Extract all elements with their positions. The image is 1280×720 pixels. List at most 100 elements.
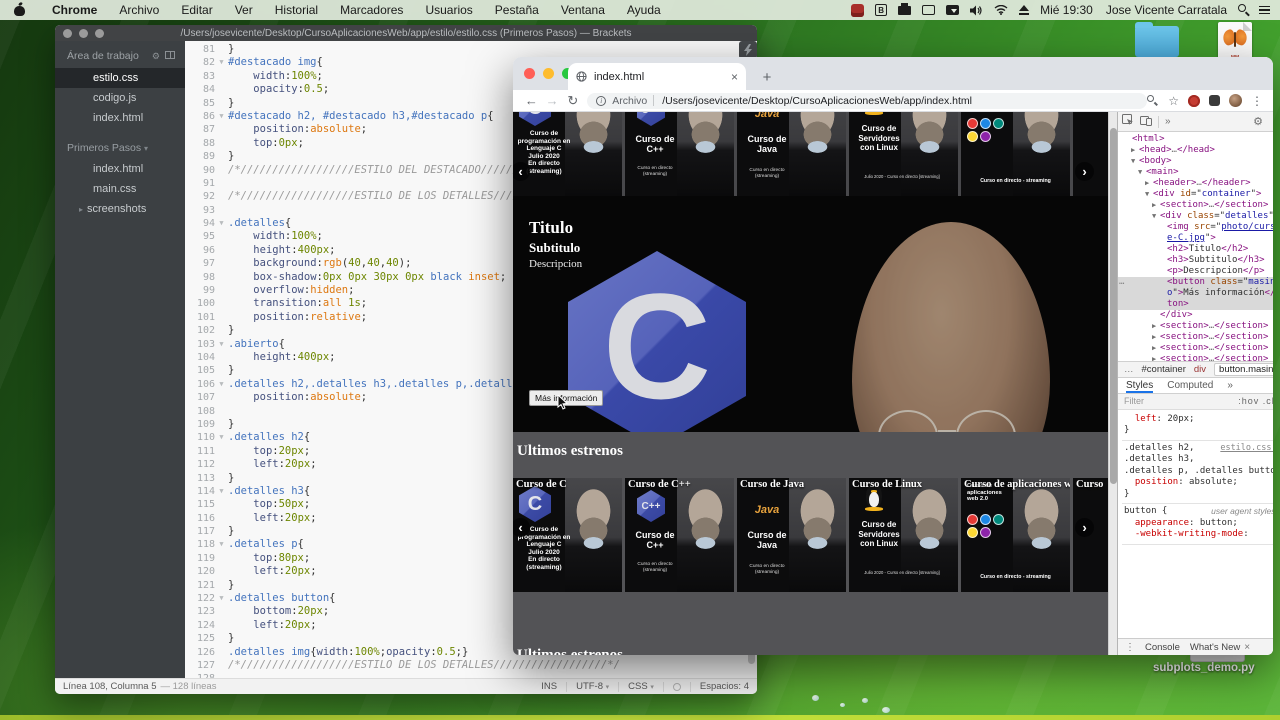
course-card-java[interactable]: Curso de JavaJavaCurso deJavaCurso en di… <box>737 478 846 592</box>
dom-tree-node[interactable]: ▼ <main> <box>1118 167 1273 178</box>
styles-filter[interactable]: Filter :hov .cls + <box>1118 393 1273 410</box>
input-b-icon[interactable]: B <box>875 4 888 16</box>
course-card-web[interactable]: Curso de aplicaciones webCurso deaplicac… <box>961 112 1070 196</box>
devtools-breadcrumb[interactable]: … #container div button.masinfo <box>1118 360 1273 377</box>
dom-tree-node[interactable]: ▶ <section>…</section> <box>1118 200 1273 211</box>
menu-item-editar[interactable]: Editar <box>170 0 223 20</box>
style-rule[interactable]: user agent stylesheetbutton { appearance… <box>1122 504 1273 545</box>
project-selector[interactable]: Primeros Pasos ▾ <box>55 128 185 159</box>
window-controls[interactable] <box>524 68 573 79</box>
language-selector[interactable]: CSS ▾ <box>628 681 654 692</box>
zoom-icon[interactable] <box>1147 94 1159 107</box>
close-icon[interactable]: × <box>1244 642 1250 653</box>
menu-item-archivo[interactable]: Archivo <box>108 0 170 20</box>
dom-tree-node[interactable]: <h3>Subtitulo</h3> <box>1118 255 1273 266</box>
tab-close-icon[interactable]: × <box>731 70 738 84</box>
page-scrollbar[interactable] <box>1108 112 1117 655</box>
extension-icon-dark[interactable] <box>1209 95 1221 106</box>
course-card-linux[interactable]: Curso de LinuxCurso deServidorescon Linu… <box>849 112 958 196</box>
wifi-icon[interactable] <box>994 3 1008 17</box>
chrome-menu-icon[interactable]: ⋮ <box>1251 94 1263 108</box>
breadcrumb-selected[interactable]: button.masinfo <box>1214 362 1273 376</box>
breadcrumb-item[interactable]: #container <box>1142 364 1186 375</box>
menu-item-ver[interactable]: Ver <box>224 0 264 20</box>
eject-icon[interactable] <box>1019 3 1030 17</box>
course-card-java[interactable]: Curso de JavaJavaCurso deJavaCurso en di… <box>737 112 846 196</box>
dom-tree-node[interactable]: ▼ <body> <box>1118 156 1273 167</box>
dom-tree-node[interactable]: ▼<div class="detalles"> <box>1118 211 1273 222</box>
desktop-folder-icon[interactable] <box>1135 22 1179 57</box>
style-rule[interactable]: left: 20px;} <box>1122 412 1273 441</box>
sidebar-file-index.html[interactable]: index.html <box>55 108 185 128</box>
bookmark-star-icon[interactable]: ☆ <box>1168 94 1179 108</box>
dom-tree-node[interactable]: </div> <box>1118 310 1273 321</box>
carousel-next-button[interactable]: › <box>1075 162 1094 181</box>
address-bar[interactable]: i Archivo /Users/josevicente/Desktop/Cur… <box>587 92 1148 109</box>
more-tabs-icon[interactable]: » <box>1165 116 1171 127</box>
course-card-cpp[interactable]: Curso de C++C++Curso deC++Curso en direc… <box>625 478 734 592</box>
menu-clock[interactable]: Mié 19:30 <box>1038 3 1095 17</box>
sidebar-folder-screenshots[interactable]: ▸ screenshots <box>55 199 185 220</box>
course-card-c[interactable]: Curso de CCCurso deprogramación enLengua… <box>513 112 622 196</box>
encoding-selector[interactable]: UTF-8 ▾ <box>576 681 609 692</box>
keyboard-icon[interactable] <box>946 5 960 15</box>
new-tab-button[interactable]: + <box>757 69 777 86</box>
recording-app-icon[interactable] <box>851 3 865 17</box>
dom-tree-node[interactable]: <h2>Titulo</h2> <box>1118 244 1273 255</box>
code-line-127[interactable]: 127/*//////////////////ESTILO DE LOS DET… <box>185 659 757 672</box>
forward-button[interactable]: → <box>542 93 563 108</box>
course-card-linux[interactable]: Curso de LinuxCurso deServidorescon Linu… <box>849 478 958 592</box>
drawer-menu-icon[interactable]: ⋮ <box>1125 642 1135 653</box>
apple-menu-icon[interactable] <box>14 1 25 16</box>
back-button[interactable]: ← <box>521 93 542 108</box>
dom-tree-node[interactable]: ▶ <head>…</head> <box>1118 145 1273 156</box>
menu-user-name[interactable]: Jose Vicente Carratala <box>1104 3 1229 17</box>
devtools-tab-styles[interactable]: Styles <box>1126 378 1153 393</box>
insert-mode[interactable]: INS <box>541 681 557 692</box>
menu-item-usuarios[interactable]: Usuarios <box>414 0 483 20</box>
code-line-81[interactable]: 81} <box>185 43 757 56</box>
dom-tree[interactable]: <html> ▶ <head>…</head> ▼ <body> ▼ <main> ▶ <hea… <box>1118 132 1273 361</box>
menu-item-pestaña[interactable]: Pestaña <box>484 0 550 20</box>
device-toolbar-icon[interactable] <box>1140 113 1152 131</box>
dom-tree-node[interactable]: ▶ <section>…</section> <box>1118 354 1273 361</box>
menu-item-ayuda[interactable]: Ayuda <box>616 0 672 20</box>
spotlight-search-icon[interactable] <box>1238 4 1250 16</box>
menu-item-chrome[interactable]: Chrome <box>41 0 108 20</box>
code-line-128[interactable]: 128 <box>185 672 757 678</box>
split-view-icon[interactable] <box>165 50 175 59</box>
dom-tree-node[interactable]: ▶ <section>…</section> <box>1118 332 1273 343</box>
whats-new-tab[interactable]: What's New × <box>1190 642 1250 653</box>
indent-setting[interactable]: Espacios: 4 <box>700 681 749 692</box>
breadcrumb-overflow[interactable]: … <box>1124 364 1134 375</box>
notification-center-icon[interactable] <box>1259 3 1270 17</box>
dom-tree-node[interactable]: …<button class="masinfo">Más información… <box>1118 277 1273 310</box>
desktop-file-label[interactable]: subplots_demo.py <box>1153 662 1255 674</box>
browser-tab[interactable]: index.html × <box>568 63 746 90</box>
menu-item-historial[interactable]: Historial <box>264 0 329 20</box>
dom-tree-node[interactable]: ▶ <header>…</header> <box>1118 178 1273 189</box>
project-file-main.css[interactable]: main.css <box>55 179 185 199</box>
sidebar-file-estilo.css[interactable]: estilo.css <box>55 68 185 88</box>
sidebar-file-codigo.js[interactable]: codigo.js <box>55 88 185 108</box>
project-file-index.html[interactable]: index.html <box>55 159 185 179</box>
inspect-element-icon[interactable] <box>1122 113 1134 131</box>
course-card-c[interactable]: Curso de CCCurso deprogramación enLengua… <box>513 478 622 592</box>
console-tab[interactable]: Console <box>1145 642 1180 653</box>
devtools-menu-icon[interactable]: ⋮ <box>1269 116 1273 127</box>
style-source-link[interactable]: estilo.css:106 <box>1220 443 1273 455</box>
dom-tree-node[interactable]: ▶ <section>…</section> <box>1118 343 1273 354</box>
dom-tree-node[interactable]: <p>Descripcion</p> <box>1118 266 1273 277</box>
styles-pane[interactable]: left: 20px;}estilo.css:106.detalles h2,.… <box>1118 410 1273 639</box>
menu-item-marcadores[interactable]: Marcadores <box>329 0 414 20</box>
menu-item-ventana[interactable]: Ventana <box>550 0 616 20</box>
dom-tree-node[interactable]: <img src="photo/curso-de-C.jpg"> <box>1118 222 1273 244</box>
devtools-settings-icon[interactable]: ⚙ <box>1253 115 1263 128</box>
volume-icon[interactable] <box>970 3 983 17</box>
gear-icon[interactable]: ⚙ <box>152 51 160 62</box>
profile-avatar[interactable] <box>1229 94 1243 107</box>
extension-icon-red[interactable] <box>1188 94 1201 107</box>
course-card-cpp[interactable]: Curso de C++C++Curso deC++Curso en direc… <box>625 112 734 196</box>
devtools-tab-[interactable]: » <box>1227 380 1233 391</box>
printer-icon[interactable] <box>898 2 912 15</box>
